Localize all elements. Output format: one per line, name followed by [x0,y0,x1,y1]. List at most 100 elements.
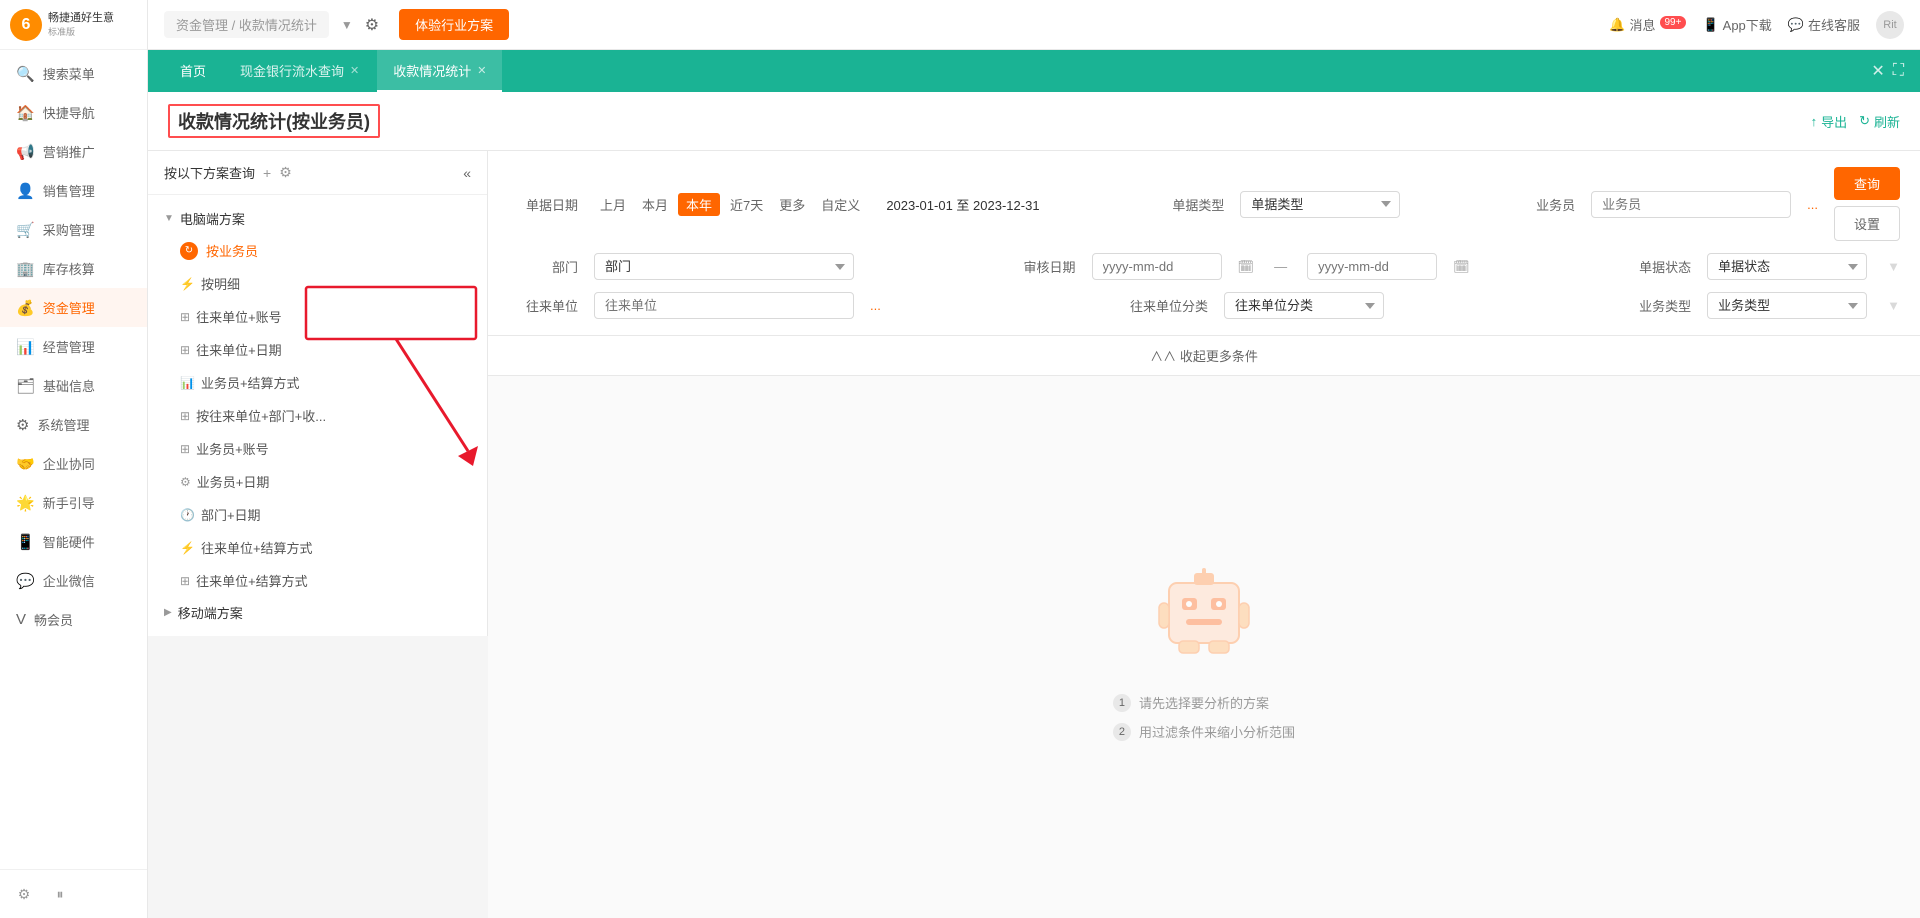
sidebar-item-enterprise[interactable]: 🤝 企业协同 [0,444,147,483]
sidebar-item-finance[interactable]: 💰 资金管理 [0,288,147,327]
sidebar-item-smart-hw[interactable]: 📱 智能硬件 [0,522,147,561]
biz-type-select[interactable]: 业务类型 [1707,292,1867,319]
scheme-icon-dept-date: 🕐 [180,508,195,522]
scheme-icon-unit-settle1: ⚡ [180,541,195,555]
sidebar-item-search-menu[interactable]: 🔍 搜索菜单 [0,54,147,93]
filter-settings-button[interactable]: 设置 [1834,206,1900,241]
scheme-collapse-button[interactable]: « [463,165,471,181]
sidebar-item-quick-nav[interactable]: 🏠 快捷导航 [0,93,147,132]
online-support-item[interactable]: 💬 在线客服 [1788,15,1860,34]
scheme-item-by-detail[interactable]: ⚡ 按明细 [148,267,487,300]
date-btn-more[interactable]: 更多 [773,193,811,216]
scheme-group-arrow-desktop: ▼ [164,213,174,224]
scheme-item-unit-account[interactable]: ⊞ 往来单位+账号 [148,300,487,333]
scheme-item-salesperson-account[interactable]: ⊞ 业务员+账号 [148,432,487,465]
dept-filter-label: 部门 [508,257,578,276]
scheme-item-unit-settle1[interactable]: ⚡ 往来单位+结算方式 [148,531,487,564]
tip-number-1: 1 [1113,694,1131,712]
unit-input[interactable] [594,292,854,319]
doc-status-select[interactable]: 单据状态 [1707,253,1867,280]
wechat-icon: 💬 [16,572,35,590]
unit-category-select[interactable]: 往来单位分类 [1224,292,1384,319]
user-avatar[interactable]: Rit [1876,11,1904,39]
scheme-item-dept-date[interactable]: 🕐 部门+日期 [148,498,487,531]
page-header: 收款情况统计(按业务员) ↑ 导出 ↻ 刷新 [148,92,1920,151]
scheme-item-by-salesperson[interactable]: ↻ 按业务员 [148,234,487,267]
tab-collection-stats[interactable]: 收款情况统计 ✕ [377,50,502,92]
sidebar-item-inventory[interactable]: 🏢 库存核算 [0,249,147,288]
scheme-settings-button[interactable]: ⚙ [279,164,292,181]
sidebar-item-label-finance: 资金管理 [43,298,95,317]
trial-button[interactable]: 体验行业方案 [399,9,509,40]
sidebar-item-sales[interactable]: 👤 销售管理 [0,171,147,210]
member-icon: V [16,611,26,628]
scheme-group-label-mobile: 移动端方案 [178,603,243,622]
date-range-text: 2023-01-01 至 2023-12-31 [886,195,1039,214]
sidebar-item-label-marketing: 营销推广 [43,142,95,161]
salesperson-more-button[interactable]: ... [1807,197,1818,212]
filter-section: 单据日期 上月 本月 本年 近7天 更多 自定义 2023-01-01 至 20… [488,151,1920,336]
sidebar-item-marketing[interactable]: 📢 营销推广 [0,132,147,171]
collapse-more-bar[interactable]: ∧∧ 收起更多条件 [488,336,1920,376]
sidebar-item-wechat[interactable]: 💬 企业微信 [0,561,147,600]
scheme-icon-salesperson-date: ⚙ [180,475,191,489]
sidebar-item-label-search-menu: 搜索菜单 [43,64,95,83]
salesperson-input[interactable] [1591,191,1791,218]
scheme-item-unit-dept[interactable]: ⊞ 按往来单位+部门+收... [148,399,487,432]
export-button[interactable]: ↑ 导出 [1811,112,1848,131]
sidebar-item-label-enterprise: 企业协同 [43,454,95,473]
dept-select[interactable]: 部门 [594,253,854,280]
breadcrumb-dropdown-button[interactable]: ▼ [341,18,353,32]
tip-text-1: 请先选择要分析的方案 [1139,693,1269,712]
sidebar-item-purchase[interactable]: 🛒 采购管理 [0,210,147,249]
date-btn-7days[interactable]: 近7天 [724,193,769,216]
page-title: 收款情况统计(按业务员) [168,104,380,138]
scheme-item-salesperson-settle[interactable]: 📊 业务员+结算方式 [148,366,487,399]
unit-more-button[interactable]: ... [870,298,881,313]
date-btn-custom[interactable]: 自定义 [815,193,866,216]
scheme-item-label-by-detail: 按明细 [201,274,240,293]
scheme-item-salesperson-date[interactable]: ⚙ 业务员+日期 [148,465,487,498]
smart-hw-icon: 📱 [16,533,35,551]
sidebar-item-label-purchase: 采购管理 [43,220,95,239]
sidebar-item-member[interactable]: V 畅会员 [0,600,147,639]
scheme-item-unit-settle2[interactable]: ⊞ 往来单位+结算方式 [148,564,487,597]
tab-bank-flow[interactable]: 现金银行流水查询 ✕ [224,50,375,92]
scheme-add-button[interactable]: + [263,165,271,181]
app-download-item[interactable]: 📱 App下载 [1702,15,1771,34]
header-gear-button[interactable]: ⚙ [365,15,379,35]
sidebar-settings-button[interactable]: ⚙ [10,880,38,908]
sidebar-item-label-inventory: 库存核算 [43,259,95,278]
doc-type-select[interactable]: 单据类型 [1240,191,1400,218]
tab-close-button[interactable]: ✕ [1871,61,1884,81]
main-content: 资金管理 / 收款情况统计 ▼ ⚙ 体验行业方案 🔔 消息 99+ 📱 App下… [148,0,1920,918]
scheme-group-mobile[interactable]: ▶ 移动端方案 [148,597,487,628]
logo-icon: 6 [10,9,42,41]
tab-home[interactable]: 首页 [164,50,222,92]
sidebar-collapse-button[interactable]: ⏸ [46,880,74,908]
date-btn-this-month[interactable]: 本月 [636,193,674,216]
sidebar-item-base-info[interactable]: 🗂 基础信息 [0,366,147,405]
sidebar-item-operations[interactable]: 📊 经营管理 [0,327,147,366]
refresh-button[interactable]: ↻ 刷新 [1859,112,1900,131]
sidebar-item-label-smart-hw: 智能硬件 [43,532,95,551]
date-range-sep: — [1270,259,1291,274]
scheme-item-unit-date[interactable]: ⊞ 往来单位+日期 [148,333,487,366]
user-text: Rit [1883,19,1896,31]
tab-collection-stats-close[interactable]: ✕ [477,64,486,77]
sidebar-item-beginner[interactable]: 🌟 新手引导 [0,483,147,522]
inventory-icon: 🏢 [16,260,35,278]
tab-expand-button[interactable]: ⛶ [1893,62,1904,80]
date-btn-this-year[interactable]: 本年 [678,193,720,216]
review-date-to[interactable] [1307,253,1437,280]
app-download-label: App下载 [1723,15,1772,34]
sidebar-item-system[interactable]: ⚙ 系统管理 [0,405,147,444]
review-date-from[interactable] [1092,253,1222,280]
notification-item[interactable]: 🔔 消息 99+ [1609,15,1686,34]
scheme-group-desktop[interactable]: ▼ 电脑端方案 [148,203,487,234]
empty-tip-1: 1 请先选择要分析的方案 [1113,693,1295,712]
date-btn-last-month[interactable]: 上月 [594,193,632,216]
tab-bank-flow-close[interactable]: ✕ [350,64,359,77]
unit-category-filter-label: 往来单位分类 [1128,296,1208,315]
query-button[interactable]: 查询 [1834,167,1900,200]
